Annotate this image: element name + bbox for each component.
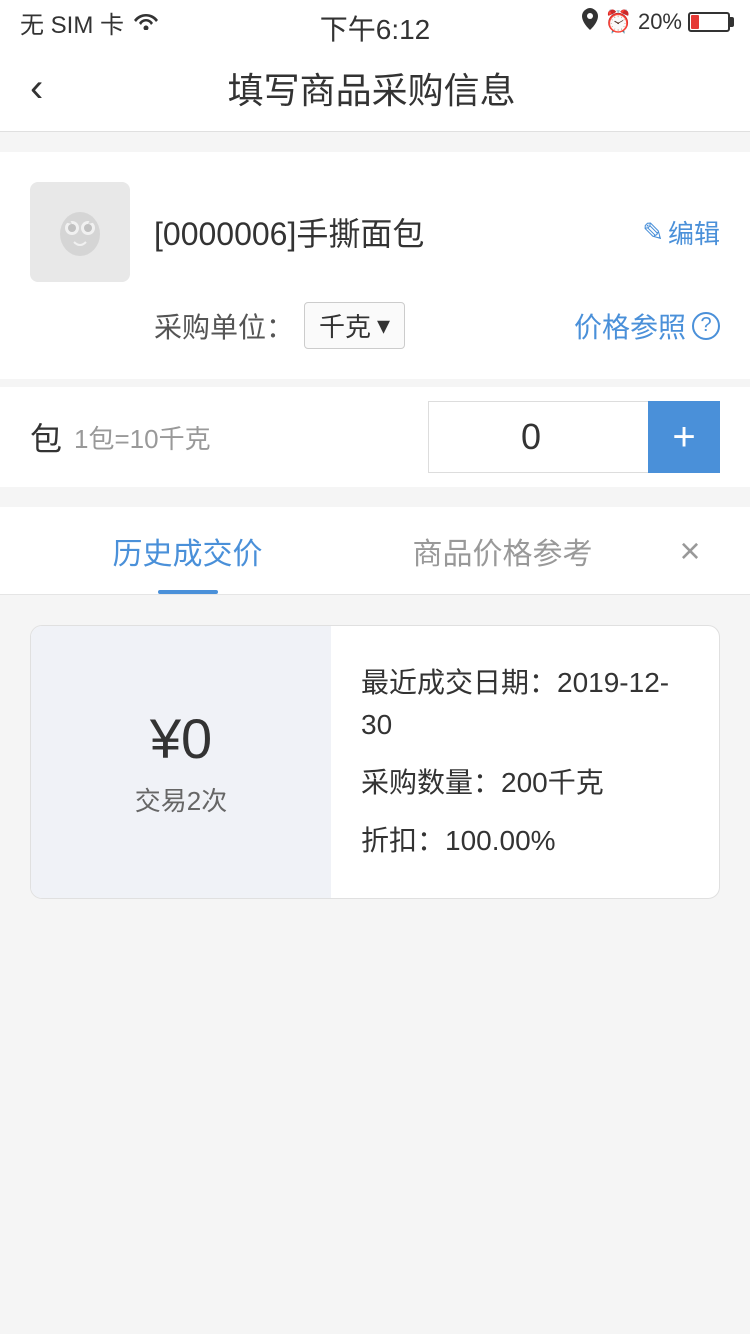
edit-label: 编辑 <box>668 214 720 251</box>
last-deal-date-label: 最近成交日期： <box>361 667 557 698</box>
quantity-bar: 包 1包=10千克 + <box>0 387 750 487</box>
wifi-icon <box>132 8 160 37</box>
tabs-section: 历史成交价 商品价格参考 × ¥0 交易2次 最近成交日期：2019-12-30… <box>0 507 750 995</box>
help-icon: ? <box>692 312 720 340</box>
trade-count: 交易2次 <box>135 781 227 818</box>
edit-icon: ✎ <box>642 217 664 248</box>
back-button[interactable]: ‹ <box>30 68 43 108</box>
nav-bar: ‹ 填写商品采购信息 <box>0 44 750 132</box>
carrier-text: 无 SIM 卡 <box>20 5 124 40</box>
battery-percent: 20% <box>638 9 682 35</box>
status-bar-right: ⏰ 20% <box>581 8 730 36</box>
product-thumbnail <box>30 182 130 282</box>
tabs-header: 历史成交价 商品价格参考 × <box>0 507 750 595</box>
tab-price-ref-label: 商品价格参考 <box>413 529 593 573</box>
quantity-input[interactable] <box>428 401 648 473</box>
product-top-row: [0000006]手撕面包 ✎ 编辑 <box>30 182 720 282</box>
unit-label: 采购单位： 千克 ▾ <box>154 302 405 349</box>
content-area: ¥0 交易2次 最近成交日期：2019-12-30 采购数量：200千克 折扣：… <box>0 595 750 995</box>
product-name-area: [0000006]手撕面包 <box>154 209 642 255</box>
battery-icon <box>688 12 730 32</box>
purchase-qty-value: 200千克 <box>501 767 604 798</box>
discount-label: 折扣： <box>361 825 445 856</box>
unit-badge: 包 <box>30 414 62 460</box>
price-card-left: ¥0 交易2次 <box>31 626 331 898</box>
quantity-unit-info: 包 1包=10千克 <box>30 414 211 460</box>
price-amount: ¥0 <box>150 706 212 771</box>
purchase-qty-label: 采购数量： <box>361 767 501 798</box>
unit-select[interactable]: 千克 ▾ <box>304 302 405 349</box>
product-name: [0000006]手撕面包 <box>154 216 424 252</box>
tabs-close-button[interactable]: × <box>660 521 720 581</box>
tab-history-label: 历史成交价 <box>113 529 263 573</box>
page-title: 填写商品采购信息 <box>63 62 680 114</box>
status-bar-time: 下午6:12 <box>320 8 431 48</box>
discount-row: 折扣：100.00% <box>361 820 689 862</box>
dropdown-icon: ▾ <box>377 310 390 341</box>
tab-history-price[interactable]: 历史成交价 <box>30 507 345 594</box>
status-bar-left: 无 SIM 卡 <box>20 5 160 40</box>
price-ref-label: 价格参照 <box>574 306 686 346</box>
product-bottom-row: 采购单位： 千克 ▾ 价格参照 ? <box>30 302 720 349</box>
location-icon <box>581 8 599 36</box>
unit-value: 千克 <box>319 307 371 344</box>
price-card: ¥0 交易2次 最近成交日期：2019-12-30 采购数量：200千克 折扣：… <box>30 625 720 899</box>
alarm-icon: ⏰ <box>605 9 632 35</box>
price-card-right: 最近成交日期：2019-12-30 采购数量：200千克 折扣：100.00% <box>331 626 719 898</box>
last-deal-date-row: 最近成交日期：2019-12-30 <box>361 662 689 746</box>
quantity-input-group: + <box>428 401 720 473</box>
edit-link[interactable]: ✎ 编辑 <box>642 214 720 251</box>
quantity-plus-button[interactable]: + <box>648 401 720 473</box>
product-card: [0000006]手撕面包 ✎ 编辑 采购单位： 千克 ▾ 价格参照 ? <box>0 152 750 379</box>
tab-price-ref[interactable]: 商品价格参考 <box>345 507 660 594</box>
price-ref-button[interactable]: 价格参照 ? <box>574 306 720 346</box>
discount-value: 100.00% <box>445 825 556 856</box>
purchase-qty-row: 采购数量：200千克 <box>361 762 689 804</box>
unit-label-text: 采购单位： <box>154 306 294 346</box>
unit-conversion: 1包=10千克 <box>74 419 211 456</box>
status-bar: 无 SIM 卡 下午6:12 ⏰ 20% <box>0 0 750 44</box>
